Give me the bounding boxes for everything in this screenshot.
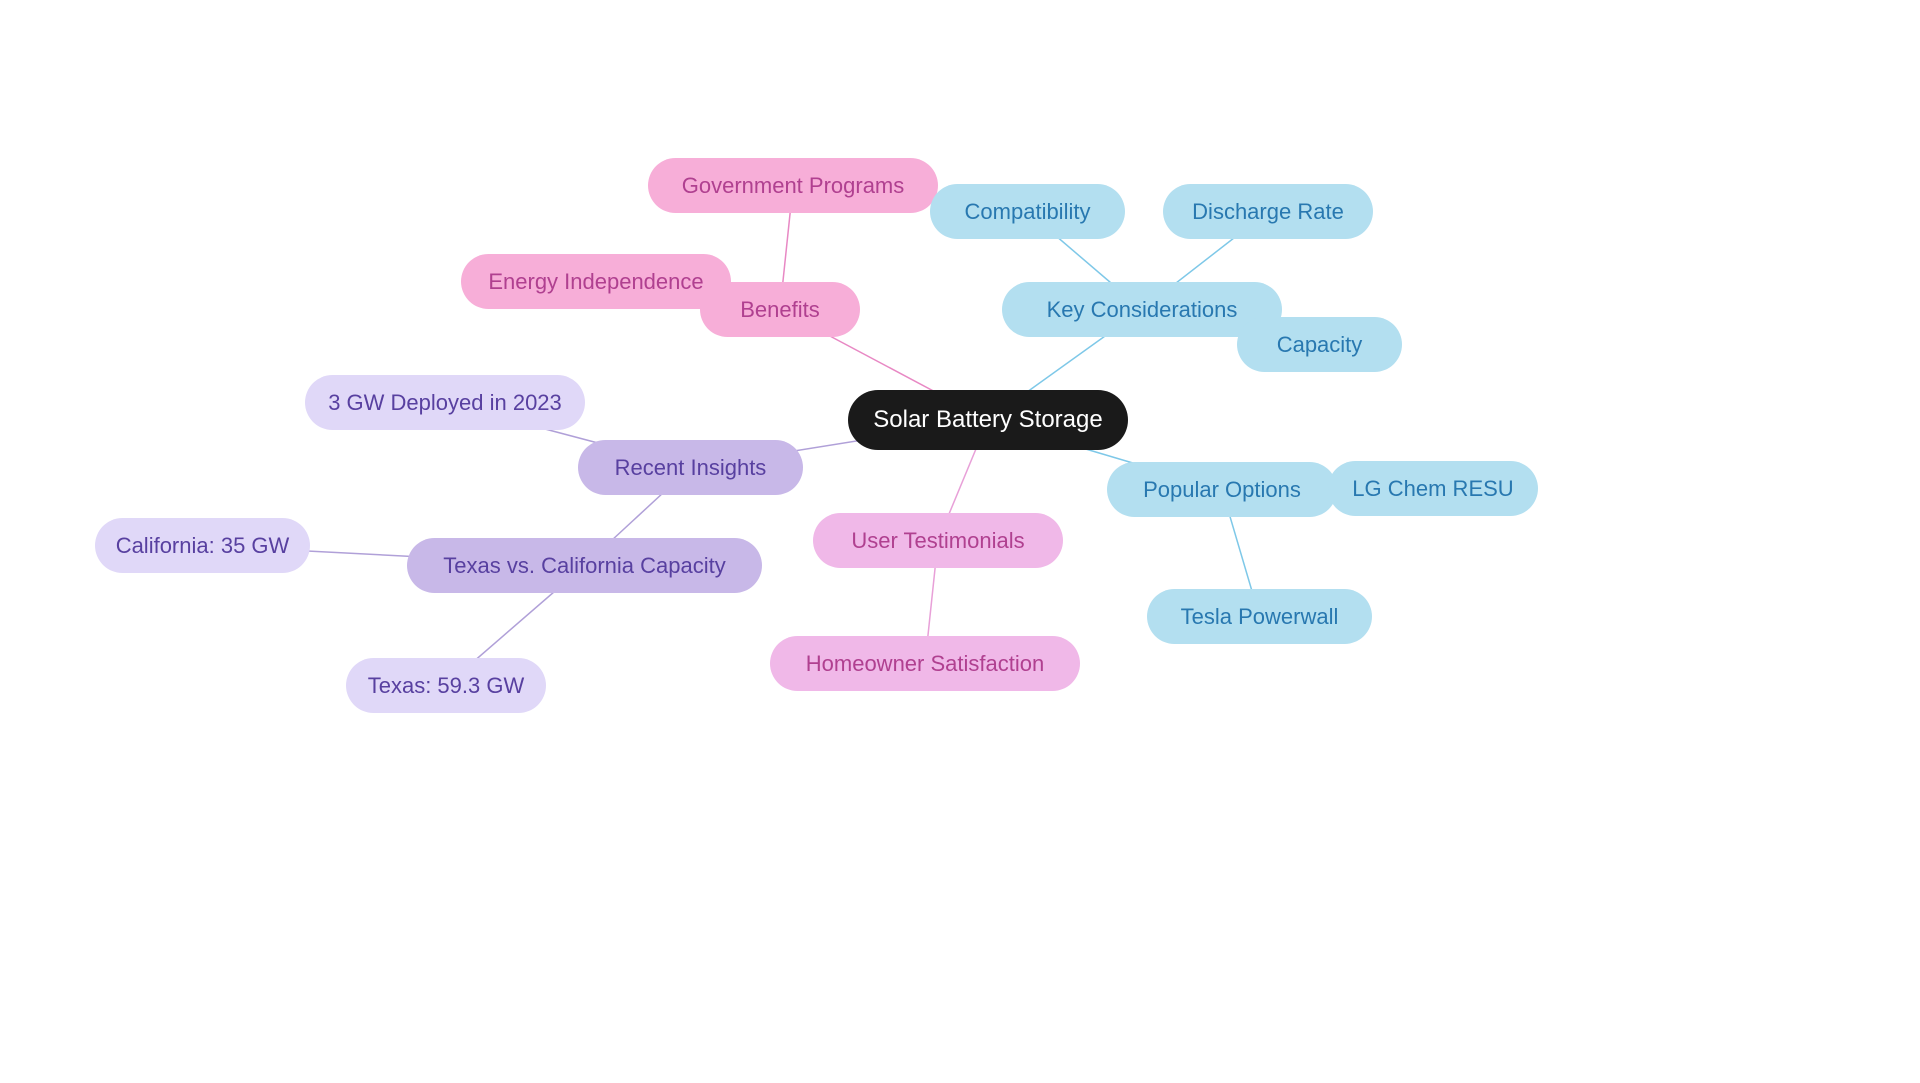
node-compatibility[interactable]: Compatibility [930,184,1125,239]
node-discharge-rate[interactable]: Discharge Rate [1163,184,1373,239]
node-deployed-2023[interactable]: 3 GW Deployed in 2023 [305,375,585,430]
node-tesla-powerwall[interactable]: Tesla Powerwall [1147,589,1372,644]
node-texas[interactable]: Texas: 59.3 GW [346,658,546,713]
node-tx-vs-ca[interactable]: Texas vs. California Capacity [407,538,762,593]
node-california[interactable]: California: 35 GW [95,518,310,573]
node-recent-insights[interactable]: Recent Insights [578,440,803,495]
node-popular-options[interactable]: Popular Options [1107,462,1337,517]
node-energy-independence[interactable]: Energy Independence [461,254,731,309]
node-capacity[interactable]: Capacity [1237,317,1402,372]
mind-map-svg: Solar Battery StorageBenefitsGovernment … [0,0,1920,1083]
node-center[interactable]: Solar Battery Storage [848,390,1128,450]
node-user-testimonials[interactable]: User Testimonials [813,513,1063,568]
node-gov-programs[interactable]: Government Programs [648,158,938,213]
node-lg-chem[interactable]: LG Chem RESU [1328,461,1538,516]
node-homeowner-satisfaction[interactable]: Homeowner Satisfaction [770,636,1080,691]
